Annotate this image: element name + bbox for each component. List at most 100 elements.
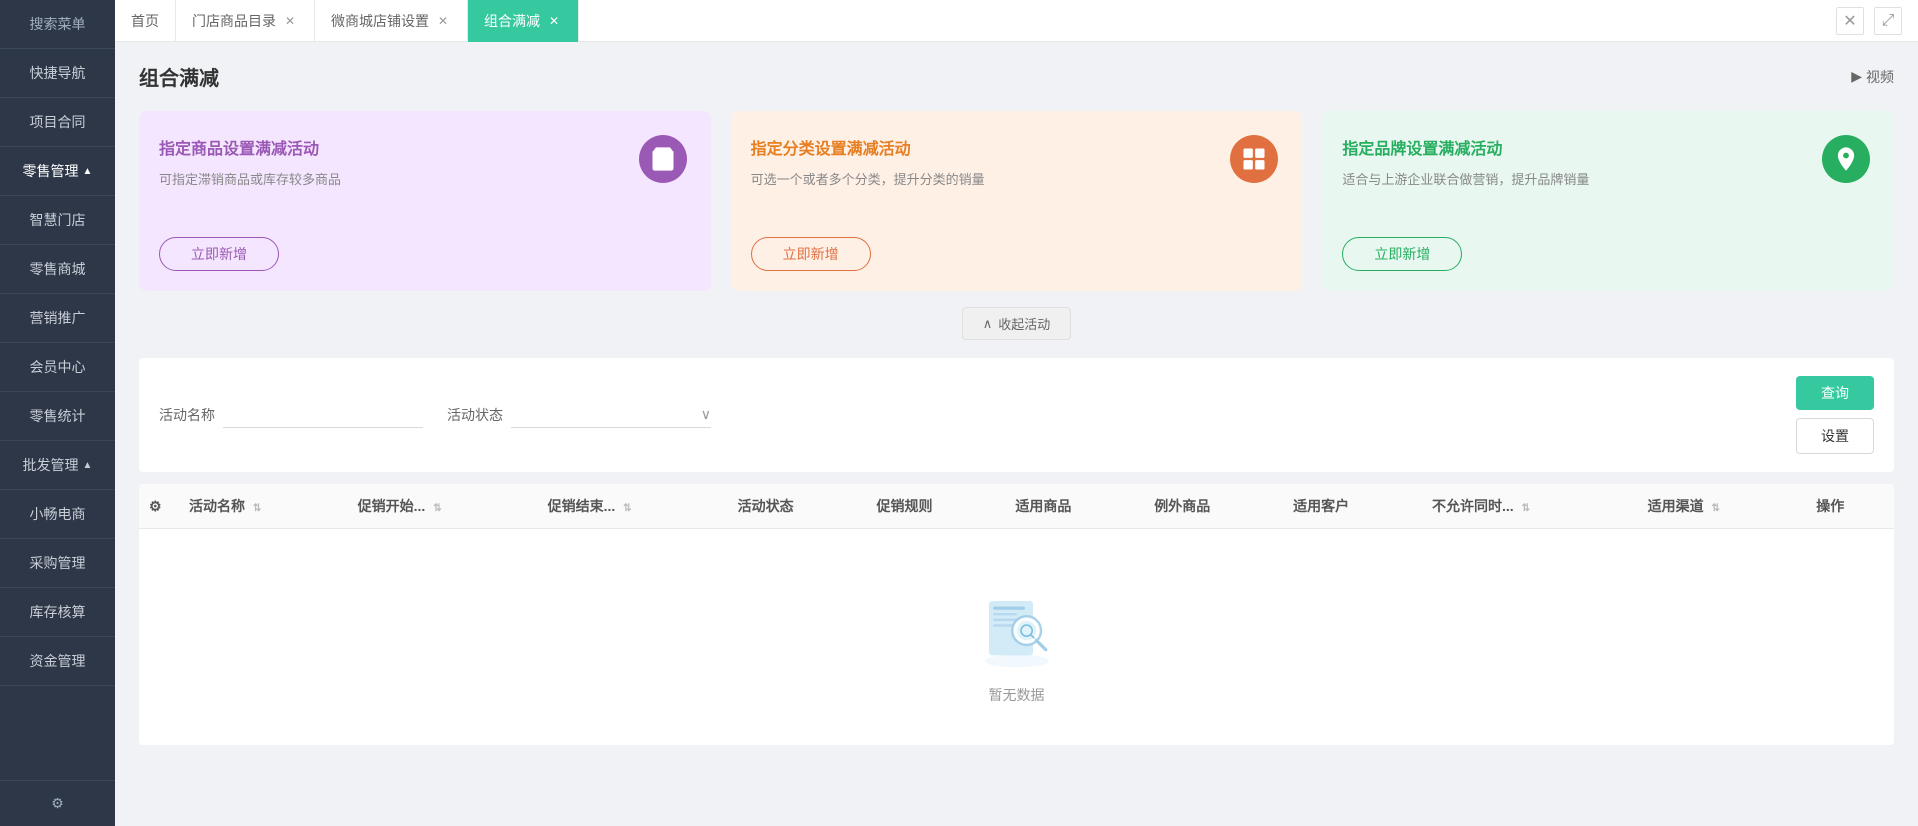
tab-home[interactable]: 首页 — [115, 0, 176, 42]
table-header-row: ⚙ 活动名称 ⇅ 促销开始... ⇅ 促销结束... ⇅ — [139, 484, 1894, 529]
th-activity-status: 活动状态 — [728, 484, 867, 529]
collapse-activity-button[interactable]: ∧ 收起活动 — [962, 307, 1072, 340]
settings-button[interactable]: 设置 — [1796, 418, 1874, 454]
data-table-wrap: ⚙ 活动名称 ⇅ 促销开始... ⇅ 促销结束... ⇅ — [139, 484, 1894, 745]
gear-icon: ⚙ — [149, 498, 162, 514]
sidebar-item-label: 零售商城 — [30, 259, 86, 279]
category-card-add-button[interactable]: 立即新增 — [751, 237, 871, 271]
th-operation: 操作 — [1806, 484, 1894, 529]
th-label: 操作 — [1816, 498, 1844, 514]
collapse-label: 收起活动 — [998, 314, 1050, 333]
brand-card-title: 指定品牌设置满减活动 — [1342, 135, 1874, 159]
empty-text: 暂无数据 — [989, 685, 1045, 705]
sidebar-item-fund-mgmt[interactable]: 资金管理 — [0, 637, 115, 686]
th-label: 适用客户 — [1293, 498, 1349, 514]
sidebar-search[interactable]: 搜索菜单 — [0, 0, 115, 49]
category-activity-card: 指定分类设置满减活动 可选一个或者多个分类，提升分类的销量 立即新增 — [731, 111, 1303, 291]
sidebar-item-label: 营销推广 — [30, 308, 86, 328]
main-area: 首页 门店商品目录 ✕ 微商城店铺设置 ✕ 组合满减 ✕ ✕ ⤢ 组合满减 ▶ … — [115, 0, 1918, 826]
activity-status-label: 活动状态 — [447, 405, 503, 425]
th-promo-end[interactable]: 促销结束... ⇅ — [538, 484, 728, 529]
th-exception-goods: 例外商品 — [1144, 484, 1283, 529]
content-area: 组合满减 ▶ 视频 指定商品设置满减活动 可指定滞销商品或库存较多商品 立 — [115, 42, 1918, 826]
page-header: 组合满减 ▶ 视频 — [139, 62, 1894, 91]
brand-card-desc: 适合与上游企业联合做营销，提升品牌销量 — [1342, 169, 1874, 221]
sidebar-item-inventory-calc[interactable]: 库存核算 — [0, 588, 115, 637]
th-activity-name[interactable]: 活动名称 ⇅ — [179, 484, 348, 529]
th-applicable-channel[interactable]: 适用渠道 ⇅ — [1638, 484, 1807, 529]
tab-wechat-store[interactable]: 微商城店铺设置 ✕ — [315, 0, 468, 42]
th-label: 活动状态 — [738, 498, 794, 514]
sidebar-item-marketing[interactable]: 营销推广 — [0, 294, 115, 343]
sort-icon: ⇅ — [253, 503, 261, 514]
th-gear[interactable]: ⚙ — [139, 484, 179, 529]
close-tab-wechat-store[interactable]: ✕ — [435, 13, 451, 29]
video-link[interactable]: ▶ 视频 — [1851, 67, 1894, 87]
sidebar-item-label: 资金管理 — [30, 651, 86, 671]
sidebar-item-wholesale-mgmt[interactable]: 批发管理 ▲ — [0, 441, 115, 490]
chevron-up-icon: ▲ — [83, 166, 93, 177]
sidebar-item-quick-nav[interactable]: 快捷导航 — [0, 49, 115, 98]
sidebar-item-label: 零售管理 — [23, 161, 79, 181]
gear-icon: ⚙ — [51, 795, 64, 811]
tab-home-label: 首页 — [131, 11, 159, 31]
tab-store-catalog[interactable]: 门店商品目录 ✕ — [176, 0, 315, 42]
close-tab-combo-discount[interactable]: ✕ — [546, 13, 562, 29]
close-tab-store-catalog[interactable]: ✕ — [282, 13, 298, 29]
brand-card-add-button[interactable]: 立即新增 — [1342, 237, 1462, 271]
th-label: 活动名称 — [189, 498, 245, 514]
sidebar-item-label: 小畅电商 — [30, 504, 86, 524]
brand-card-icon — [1822, 135, 1870, 183]
tab-bar: 首页 门店商品目录 ✕ 微商城店铺设置 ✕ 组合满减 ✕ ✕ ⤢ — [115, 0, 1918, 42]
sidebar-item-xiaochang[interactable]: 小畅电商 — [0, 490, 115, 539]
sidebar-item-project-contract[interactable]: 项目合同 — [0, 98, 115, 147]
query-button[interactable]: 查询 — [1796, 376, 1874, 410]
cards-row: 指定商品设置满减活动 可指定滞销商品或库存较多商品 立即新增 指定分类设置满减活… — [139, 111, 1894, 291]
sidebar-item-retail-mgmt[interactable]: 零售管理 ▲ — [0, 147, 115, 196]
th-label: 促销结束... — [548, 498, 616, 514]
activity-name-filter: 活动名称 — [159, 403, 423, 428]
sidebar-item-label: 库存核算 — [30, 602, 86, 622]
play-icon: ▶ — [1851, 68, 1862, 85]
product-card-add-button[interactable]: 立即新增 — [159, 237, 279, 271]
sidebar-item-purchase-mgmt[interactable]: 采购管理 — [0, 539, 115, 588]
sort-icon: ⇅ — [623, 503, 631, 514]
video-label: 视频 — [1866, 67, 1894, 87]
th-label: 促销开始... — [358, 498, 426, 514]
close-window-button[interactable]: ✕ — [1836, 7, 1864, 35]
sidebar-item-retail-mall[interactable]: 零售商城 — [0, 245, 115, 294]
category-card-icon — [1230, 135, 1278, 183]
th-label: 适用商品 — [1015, 498, 1071, 514]
sidebar-item-retail-stats[interactable]: 零售统计 — [0, 392, 115, 441]
sidebar-item-smart-store[interactable]: 智慧门店 — [0, 196, 115, 245]
sidebar: 搜索菜单 快捷导航 项目合同 零售管理 ▲ 智慧门店 零售商城 营销推广 会员中… — [0, 0, 115, 826]
empty-icon — [967, 589, 1067, 669]
sidebar-item-label: 项目合同 — [30, 112, 86, 132]
tab-combo-discount[interactable]: 组合满减 ✕ — [468, 0, 579, 42]
sidebar-settings[interactable]: ⚙ — [0, 780, 115, 826]
th-no-simultaneous[interactable]: 不允许同时... ⇅ — [1422, 484, 1638, 529]
maximize-window-button[interactable]: ⤢ — [1874, 7, 1902, 35]
sort-icon: ⇅ — [1711, 503, 1719, 514]
activity-status-select[interactable]: ∨ — [511, 402, 711, 428]
sidebar-item-label: 批发管理 — [23, 455, 79, 475]
sidebar-item-label: 会员中心 — [30, 357, 86, 377]
sort-icon: ⇅ — [1522, 503, 1530, 514]
product-activity-card: 指定商品设置满减活动 可指定滞销商品或库存较多商品 立即新增 — [139, 111, 711, 291]
sidebar-item-label: 快捷导航 — [30, 63, 86, 83]
collapse-icon: ∧ — [983, 316, 993, 332]
th-applicable-customer: 适用客户 — [1283, 484, 1422, 529]
sidebar-item-membership[interactable]: 会员中心 — [0, 343, 115, 392]
th-promo-start[interactable]: 促销开始... ⇅ — [348, 484, 538, 529]
th-applicable-goods: 适用商品 — [1005, 484, 1144, 529]
product-card-title: 指定商品设置满减活动 — [159, 135, 691, 159]
category-card-title: 指定分类设置满减活动 — [751, 135, 1283, 159]
activity-name-input[interactable] — [223, 403, 423, 428]
filter-row: 活动名称 活动状态 ∨ 查询 设置 — [139, 358, 1894, 472]
chevron-down-icon: ▲ — [83, 460, 93, 471]
th-label: 例外商品 — [1154, 498, 1210, 514]
sidebar-item-label: 采购管理 — [30, 553, 86, 573]
th-promo-rule: 促销规则 — [866, 484, 1005, 529]
sidebar-item-label: 零售统计 — [30, 406, 86, 426]
brand-activity-card: 指定品牌设置满减活动 适合与上游企业联合做营销，提升品牌销量 立即新增 — [1322, 111, 1894, 291]
